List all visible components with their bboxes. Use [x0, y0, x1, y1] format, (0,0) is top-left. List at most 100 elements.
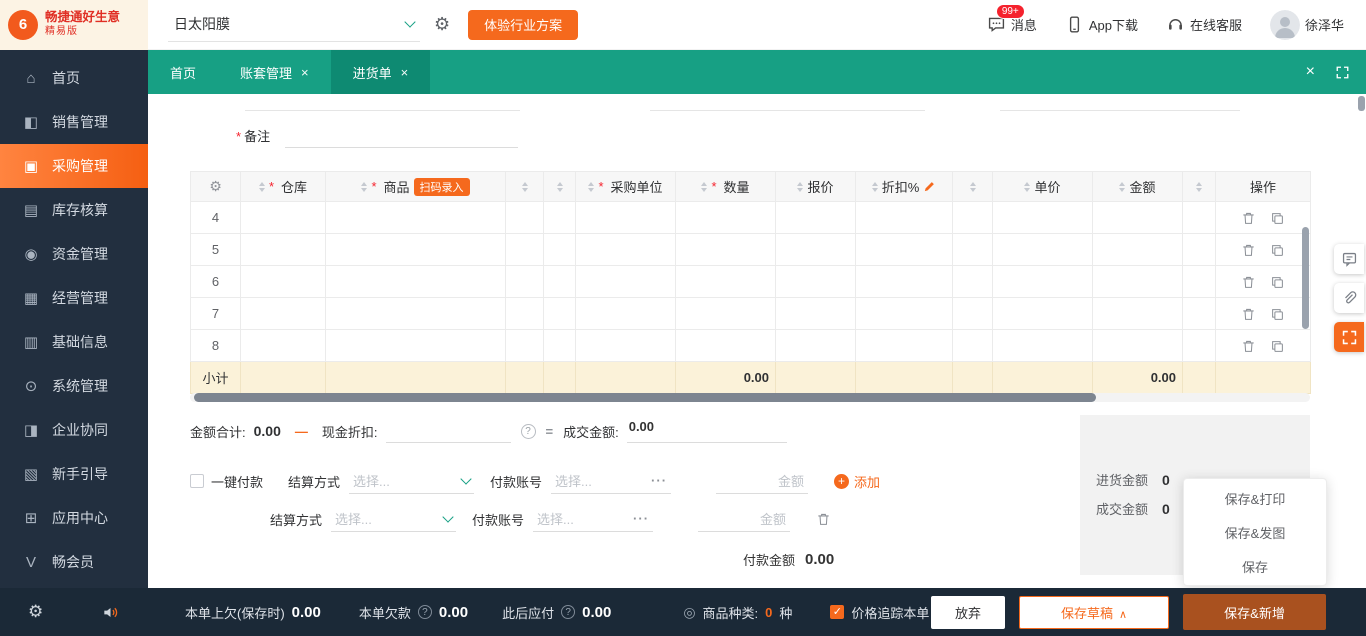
page-vertical-scrollbar[interactable] — [1358, 96, 1365, 111]
sort-icon[interactable] — [871, 181, 878, 192]
save-and-new-button[interactable]: 保存&新增 — [1183, 594, 1326, 630]
help-icon[interactable]: ? — [561, 605, 576, 619]
speaker-icon[interactable] — [101, 603, 120, 622]
tab-purchase-order[interactable]: 进货单 × — [330, 50, 431, 94]
delete-row-icon[interactable] — [1241, 243, 1256, 258]
cell-product[interactable] — [325, 201, 506, 234]
form-field-underline[interactable] — [650, 110, 925, 111]
close-icon[interactable]: × — [301, 65, 309, 80]
sort-icon[interactable] — [361, 181, 368, 192]
more-icon[interactable]: ··· — [651, 473, 667, 488]
column-settings-gear-icon[interactable]: ⚙ — [209, 178, 222, 195]
messages-button[interactable]: 消息 99+ — [987, 4, 1037, 34]
header-discount[interactable]: 折扣% — [855, 171, 953, 202]
user-menu[interactable]: 徐泽华 — [1269, 9, 1344, 40]
app-download-button[interactable]: App下载 — [1065, 15, 1138, 34]
cell-warehouse[interactable] — [240, 201, 326, 234]
discard-button[interactable]: 放弃 — [931, 595, 1005, 629]
cell-purchase-unit[interactable] — [575, 201, 676, 234]
fullscreen-icon[interactable] — [1335, 65, 1350, 80]
sidebar-item-funds[interactable]: ◉ 资金管理 — [0, 232, 148, 276]
copy-row-icon[interactable] — [1270, 275, 1285, 290]
delete-row-icon[interactable] — [1241, 275, 1256, 290]
sort-icon[interactable] — [588, 181, 595, 192]
menu-item-save[interactable]: 保存 — [1184, 549, 1326, 583]
header-col-extra-3[interactable] — [952, 171, 993, 202]
sidebar-item-guide[interactable]: ▧ 新手引导 — [0, 452, 148, 496]
edit-pencil-icon[interactable] — [923, 180, 936, 193]
header-purchase-unit[interactable]: * 采购单位 — [575, 171, 676, 202]
sort-icon[interactable] — [969, 181, 976, 192]
cell-unit-price[interactable] — [992, 201, 1093, 234]
copy-row-icon[interactable] — [1270, 339, 1285, 354]
pay-account-select[interactable]: 选择... ··· — [533, 506, 654, 532]
sidebar-item-operations[interactable]: ▦ 经营管理 — [0, 276, 148, 320]
sidebar-item-purchase[interactable]: ▣ 采购管理 — [0, 144, 148, 188]
pay-amount-input[interactable]: 金额 — [716, 468, 809, 494]
sort-icon[interactable] — [701, 181, 708, 192]
header-col-extra-4[interactable] — [1182, 171, 1216, 202]
delete-row-icon[interactable] — [1241, 339, 1256, 354]
cash-discount-input[interactable] — [385, 419, 511, 443]
sidebar-item-system[interactable]: ⊙ 系统管理 — [0, 364, 148, 408]
scan-entry-button[interactable]: 扫码录入 — [413, 177, 470, 196]
sidebar-settings-gear-icon[interactable]: ⚙ — [28, 602, 43, 622]
sidebar-item-collaboration[interactable]: ◨ 企业协同 — [0, 408, 148, 452]
form-field-underline[interactable] — [245, 110, 520, 111]
header-amount[interactable]: 金额 — [1092, 171, 1183, 202]
sort-icon[interactable] — [1196, 181, 1202, 192]
header-warehouse[interactable]: * 仓库 — [240, 171, 326, 202]
more-icon[interactable]: ··· — [633, 511, 649, 526]
account-selector[interactable]: 日太阳膜 — [168, 8, 420, 42]
copy-row-icon[interactable] — [1270, 307, 1285, 322]
close-all-icon[interactable]: × — [1306, 63, 1315, 81]
sort-icon[interactable] — [1024, 181, 1031, 192]
scrollbar-thumb[interactable] — [194, 393, 1096, 402]
experience-plan-button[interactable]: 体验行业方案 — [468, 9, 579, 40]
cell-quote[interactable] — [775, 201, 856, 234]
table-horizontal-scrollbar[interactable] — [190, 393, 1310, 402]
one-key-pay-checkbox[interactable] — [190, 474, 204, 488]
add-payment-button[interactable]: + 添加 — [834, 472, 880, 491]
close-icon[interactable]: × — [401, 65, 409, 80]
header-quantity[interactable]: * 数量 — [675, 171, 776, 202]
header-col-extra-1[interactable] — [505, 171, 544, 202]
sort-icon[interactable] — [797, 181, 804, 192]
attachment-tool-button[interactable] — [1334, 283, 1364, 313]
settle-method-select[interactable]: 选择... — [349, 468, 475, 494]
cell-quantity[interactable] — [675, 201, 776, 234]
expand-tool-button[interactable] — [1334, 322, 1364, 352]
settle-method-select[interactable]: 选择... — [331, 506, 457, 532]
delete-row-icon[interactable] — [1241, 307, 1256, 322]
sidebar-item-home[interactable]: ⌂ 首页 — [0, 56, 148, 100]
deal-amount-field[interactable]: 0.00 — [626, 419, 787, 443]
copy-row-icon[interactable] — [1270, 211, 1285, 226]
help-icon[interactable]: ? — [417, 605, 432, 619]
sidebar-item-sales[interactable]: ◧ 销售管理 — [0, 100, 148, 144]
sidebar-item-inventory[interactable]: ▤ 库存核算 — [0, 188, 148, 232]
delete-row-icon[interactable] — [1241, 211, 1256, 226]
header-product[interactable]: * 商品 扫码录入 — [325, 171, 506, 202]
table-vertical-scrollbar[interactable] — [1302, 227, 1309, 329]
header-unit-price[interactable]: 单价 — [992, 171, 1093, 202]
delete-payment-row-icon[interactable] — [816, 512, 831, 527]
menu-item-save-image[interactable]: 保存&发图 — [1184, 515, 1326, 549]
tab-home[interactable]: 首页 — [148, 50, 218, 94]
online-service-button[interactable]: 在线客服 — [1166, 15, 1242, 34]
sidebar-item-app-center[interactable]: ⊞ 应用中心 — [0, 496, 148, 540]
header-col-extra-2[interactable] — [543, 171, 576, 202]
sidebar-item-member[interactable]: V 畅会员 — [0, 540, 148, 584]
copy-row-icon[interactable] — [1270, 243, 1285, 258]
header-quote[interactable]: 报价 — [775, 171, 856, 202]
form-field-underline[interactable] — [1000, 110, 1240, 111]
sort-icon[interactable] — [1119, 181, 1126, 192]
save-draft-button[interactable]: 保存草稿 ∧ — [1019, 595, 1169, 629]
price-track-checkbox[interactable]: ✓ — [830, 605, 845, 619]
help-icon[interactable]: ? — [520, 423, 536, 439]
pay-account-select[interactable]: 选择... ··· — [551, 468, 672, 494]
notes-tool-button[interactable] — [1334, 244, 1364, 274]
sort-icon[interactable] — [556, 181, 563, 192]
sort-icon[interactable] — [258, 181, 265, 192]
cell-amount[interactable] — [1092, 201, 1183, 234]
tab-account-management[interactable]: 账套管理 × — [218, 50, 331, 94]
